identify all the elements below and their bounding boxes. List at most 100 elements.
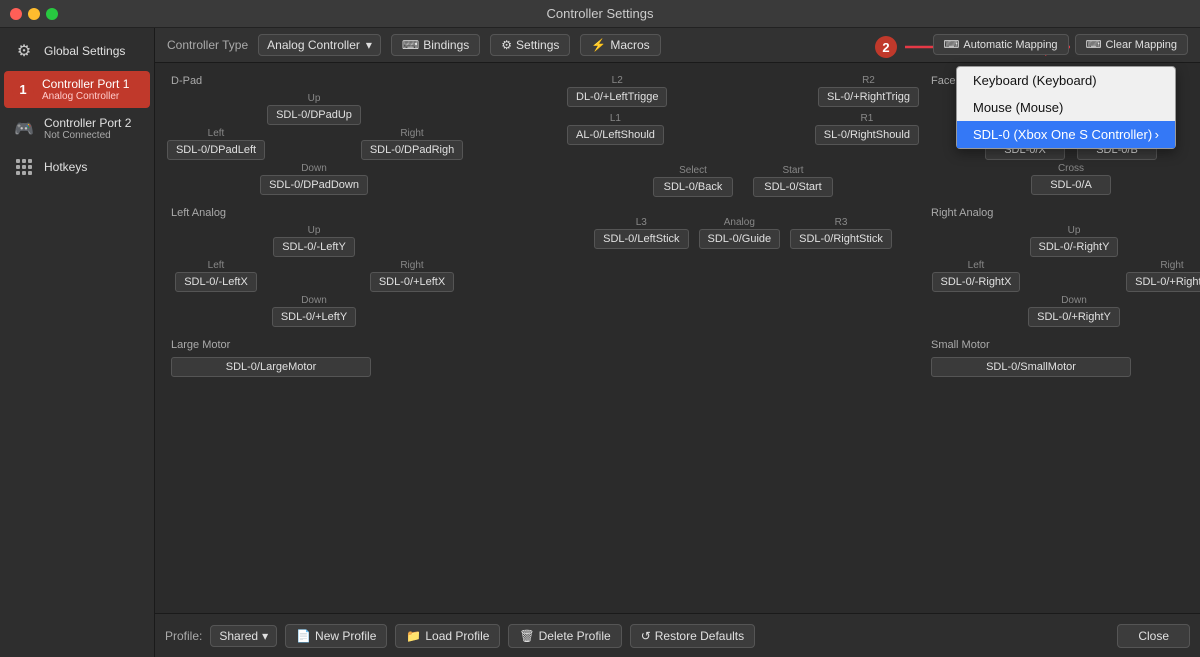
dropdown-sdl[interactable]: SDL-0 (Xbox One S Controller) ›	[957, 121, 1175, 148]
dpad-down-cell: Down SDL-0/DPadDown	[264, 163, 364, 195]
dpad-up-cell: Up SDL-0/DPadUp	[264, 93, 364, 125]
lanalog-right-binding[interactable]: SDL-0/+LeftX	[370, 272, 454, 292]
settings-tab[interactable]: ⚙ Settings	[490, 34, 570, 56]
dropdown-chevron-icon: ▾	[366, 38, 372, 52]
grid-icon	[12, 155, 36, 179]
cross-binding[interactable]: SDL-0/A	[1031, 175, 1111, 195]
sidebar-item-hotkeys[interactable]: Hotkeys	[4, 149, 150, 185]
automatic-mapping-label: Automatic Mapping	[963, 39, 1057, 51]
checkmark-icon: ›	[1155, 127, 1159, 142]
dpad-up-label: Up	[308, 93, 321, 104]
large-motor-title: Large Motor	[171, 339, 555, 351]
ranalog-left-cell: Left SDL-0/-RightX	[931, 260, 1021, 292]
close-window-button[interactable]	[10, 8, 22, 20]
badge-2: 2	[875, 36, 897, 58]
clear-icon: ⌨	[1086, 38, 1102, 51]
r2-binding[interactable]: SL-0/+RightTrigg	[818, 87, 919, 107]
sidebar-item-global[interactable]: ⚙ Global Settings	[4, 33, 150, 69]
bindings-tab[interactable]: ⌨ Bindings	[391, 34, 480, 56]
r3-binding[interactable]: SDL-0/RightStick	[790, 229, 892, 249]
dpad-up-binding[interactable]: SDL-0/DPadUp	[267, 105, 361, 125]
ranalog-down-binding[interactable]: SDL-0/+RightY	[1028, 307, 1120, 327]
l3-cell: L3 SDL-0/LeftStick	[594, 217, 688, 249]
close-button[interactable]: Close	[1117, 624, 1190, 648]
l2-label: L2	[612, 75, 623, 86]
dropdown-keyboard[interactable]: Keyboard (Keyboard)	[957, 67, 1175, 94]
sidebar-item-port1[interactable]: 1 Controller Port 1 Analog Controller	[4, 71, 150, 108]
load-profile-label: Load Profile	[425, 629, 489, 643]
l2-binding[interactable]: DL-0/+LeftTrigge	[567, 87, 667, 107]
delete-profile-button[interactable]: 🗑 Delete Profile	[508, 624, 621, 648]
minimize-button[interactable]	[28, 8, 40, 20]
window-controls[interactable]	[10, 8, 58, 20]
controller-header: Controller Type Analog Controller ▾ ⌨ Bi…	[155, 28, 1200, 63]
lanalog-up-binding[interactable]: SDL-0/-LeftY	[273, 237, 355, 257]
dpad-left-label: Left	[208, 128, 225, 139]
dpad-down-label: Down	[301, 163, 327, 174]
analog-binding[interactable]: SDL-0/Guide	[699, 229, 781, 249]
load-profile-button[interactable]: 📁 Load Profile	[395, 624, 500, 648]
controller-type-select[interactable]: Analog Controller ▾	[258, 34, 381, 56]
start-binding[interactable]: SDL-0/Start	[753, 177, 833, 197]
cross-cell: Cross SDL-0/A	[931, 163, 1200, 195]
lanalog-up-cell: Up SDL-0/-LeftY	[264, 225, 364, 257]
dpad-right-binding[interactable]: SDL-0/DPadRigh	[361, 140, 463, 160]
maximize-button[interactable]	[46, 8, 58, 20]
titlebar: Controller Settings	[0, 0, 1200, 28]
small-motor-binding[interactable]: SDL-0/SmallMotor	[931, 357, 1131, 377]
l3-binding[interactable]: SDL-0/LeftStick	[594, 229, 688, 249]
ranalog-up-binding[interactable]: SDL-0/-RightY	[1030, 237, 1119, 257]
dpad-left-binding[interactable]: SDL-0/DPadLeft	[167, 140, 265, 160]
analog-cell: Analog SDL-0/Guide	[699, 217, 781, 249]
new-profile-button[interactable]: 📄 New Profile	[285, 624, 387, 648]
large-motor-binding[interactable]: SDL-0/LargeMotor	[171, 357, 371, 377]
profile-select[interactable]: Shared ▾	[210, 625, 277, 647]
profile-value: Shared	[219, 629, 258, 643]
lanalog-up-label: Up	[308, 225, 321, 236]
left-panel: D-Pad Up SDL-0/DPadUp Left	[163, 67, 563, 609]
dpad-down-binding[interactable]: SDL-0/DPadDown	[260, 175, 368, 195]
macros-label: Macros	[610, 38, 649, 52]
l1-binding[interactable]: AL-0/LeftShould	[567, 125, 664, 145]
right-analog-section: Right Analog Up SDL-0/-RightY Left SDL-0…	[931, 207, 1200, 327]
small-motor-section: Small Motor SDL-0/SmallMotor	[931, 339, 1200, 377]
r1-binding[interactable]: SL-0/RightShould	[815, 125, 919, 145]
l1-cell: L1 AL-0/LeftShould	[567, 113, 664, 145]
settings-icon: ⚙	[501, 38, 512, 52]
device-dropdown[interactable]: Keyboard (Keyboard) Mouse (Mouse) SDL-0 …	[956, 66, 1176, 149]
ranalog-down-label: Down	[1061, 295, 1087, 306]
profile-label: Profile:	[165, 629, 202, 643]
gear-icon: ⚙	[12, 39, 36, 63]
lanalog-down-binding[interactable]: SDL-0/+LeftY	[272, 307, 356, 327]
sidebar-item-port2[interactable]: 🎮 Controller Port 2 Not Connected	[4, 110, 150, 147]
ranalog-right-label: Right	[1160, 260, 1183, 271]
select-cell: Select SDL-0/Back	[653, 165, 733, 197]
sidebar-label-port1: Controller Port 1	[42, 77, 129, 91]
left-analog-section: Left Analog Up SDL-0/-LeftY Left SDL-0/-…	[171, 207, 555, 327]
r2-cell: R2 SL-0/+RightTrigg	[818, 75, 919, 107]
select-binding[interactable]: SDL-0/Back	[653, 177, 733, 197]
sidebar-label-global: Global Settings	[44, 44, 125, 58]
automatic-mapping-button[interactable]: ⌨ Automatic Mapping	[933, 34, 1069, 55]
sidebar-label-hotkeys: Hotkeys	[44, 160, 87, 174]
profile-chevron-icon: ▾	[262, 629, 268, 643]
delete-icon: 🗑	[519, 629, 534, 643]
restore-defaults-button[interactable]: ↺ Restore Defaults	[630, 624, 755, 648]
macros-tab[interactable]: ⚡ Macros	[580, 34, 660, 56]
right-analog-title: Right Analog	[931, 207, 1200, 219]
bindings-label: Bindings	[423, 38, 469, 52]
ranalog-right-binding[interactable]: SDL-0/+RightX	[1126, 272, 1200, 292]
sidebar: ⚙ Global Settings 1 Controller Port 1 An…	[0, 28, 155, 657]
l3-label: L3	[636, 217, 647, 228]
r3-cell: R3 SDL-0/RightStick	[790, 217, 892, 249]
dropdown-mouse[interactable]: Mouse (Mouse)	[957, 94, 1175, 121]
dpad-title: D-Pad	[171, 75, 555, 87]
lanalog-left-cell: Left SDL-0/-LeftX	[171, 260, 261, 292]
clear-mapping-button[interactable]: ⌨ Clear Mapping	[1075, 34, 1188, 55]
content-area: Controller Type Analog Controller ▾ ⌨ Bi…	[155, 28, 1200, 657]
ranalog-left-binding[interactable]: SDL-0/-RightX	[932, 272, 1021, 292]
lanalog-left-binding[interactable]: SDL-0/-LeftX	[175, 272, 257, 292]
start-cell: Start SDL-0/Start	[753, 165, 833, 197]
ranalog-up-cell: Up SDL-0/-RightY	[1024, 225, 1124, 257]
l2-cell: L2 DL-0/+LeftTrigge	[567, 75, 667, 107]
